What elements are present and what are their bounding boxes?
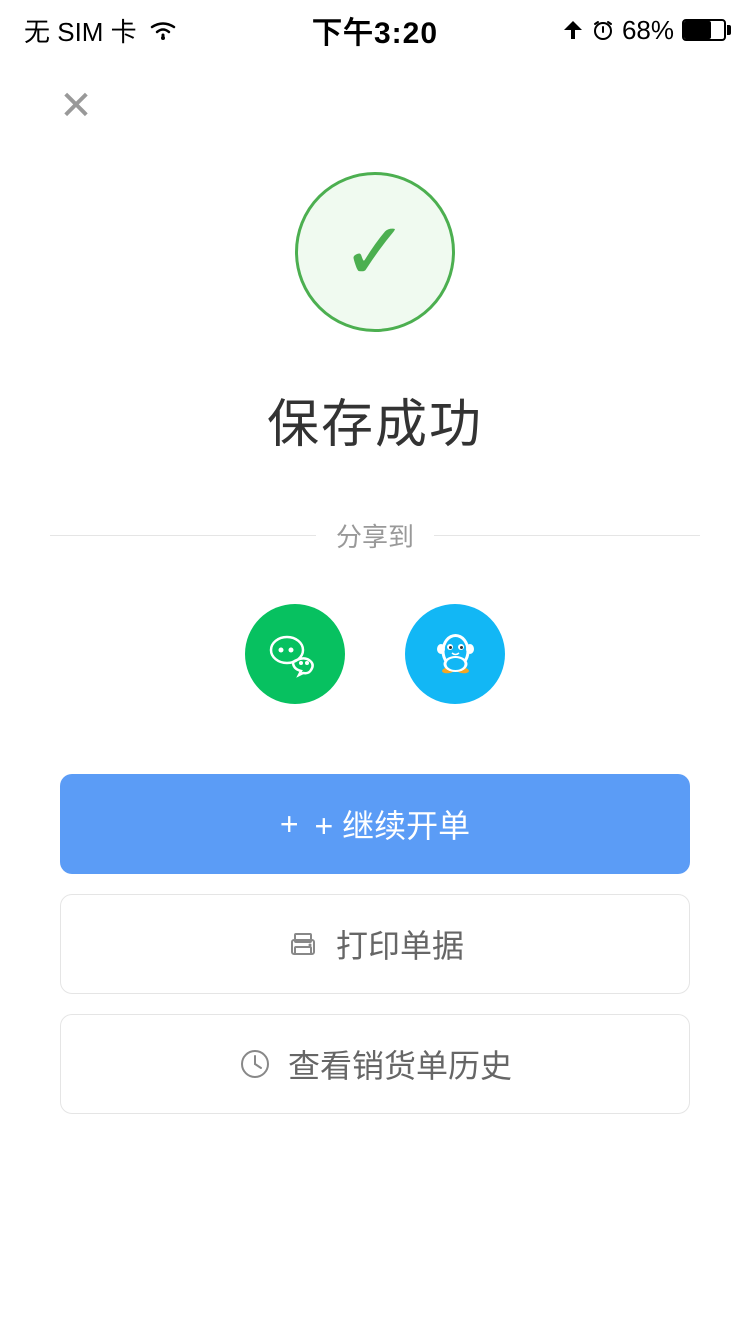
continue-label: + 继续开单	[315, 801, 471, 847]
print-label: 打印单据	[336, 921, 464, 967]
print-button[interactable]: 打印单据	[60, 894, 690, 994]
status-time: 下午3:20	[312, 8, 438, 52]
close-icon: ✕	[59, 86, 93, 126]
divider-right	[434, 535, 700, 536]
history-label: 查看销货单历史	[288, 1041, 512, 1087]
continue-button[interactable]: + + 继续开单	[60, 774, 690, 874]
status-left: 无 SIM 卡	[24, 12, 179, 49]
share-wechat-button[interactable]	[245, 604, 345, 704]
divider-left	[50, 535, 316, 536]
share-qq-button[interactable]	[405, 604, 505, 704]
wechat-icon	[265, 624, 325, 684]
checkmark-icon: ✓	[341, 212, 408, 292]
alarm-icon	[592, 19, 614, 41]
close-button[interactable]: ✕	[50, 80, 102, 132]
buttons-section: + + 继续开单 打印单据 查看销货单历史	[50, 774, 700, 1114]
status-right: 68%	[562, 15, 726, 46]
qq-icon	[428, 627, 483, 682]
print-icon	[286, 927, 320, 961]
wifi-icon	[147, 19, 179, 41]
battery-percent: 68%	[622, 15, 674, 46]
history-button[interactable]: 查看销货单历史	[60, 1014, 690, 1114]
continue-plus-icon: +	[280, 806, 299, 843]
carrier-text: 无 SIM 卡	[24, 12, 137, 49]
status-bar: 无 SIM 卡 下午3:20 68%	[0, 0, 750, 60]
share-icons	[245, 604, 505, 704]
battery-icon	[682, 19, 726, 41]
share-divider: 分享到	[50, 517, 700, 554]
location-icon	[562, 19, 584, 41]
success-title: 保存成功	[267, 382, 483, 457]
clock-icon	[238, 1047, 272, 1081]
main-content: ✕ ✓ 保存成功 分享到	[0, 60, 750, 1114]
share-label: 分享到	[336, 517, 414, 554]
success-circle: ✓	[295, 172, 455, 332]
